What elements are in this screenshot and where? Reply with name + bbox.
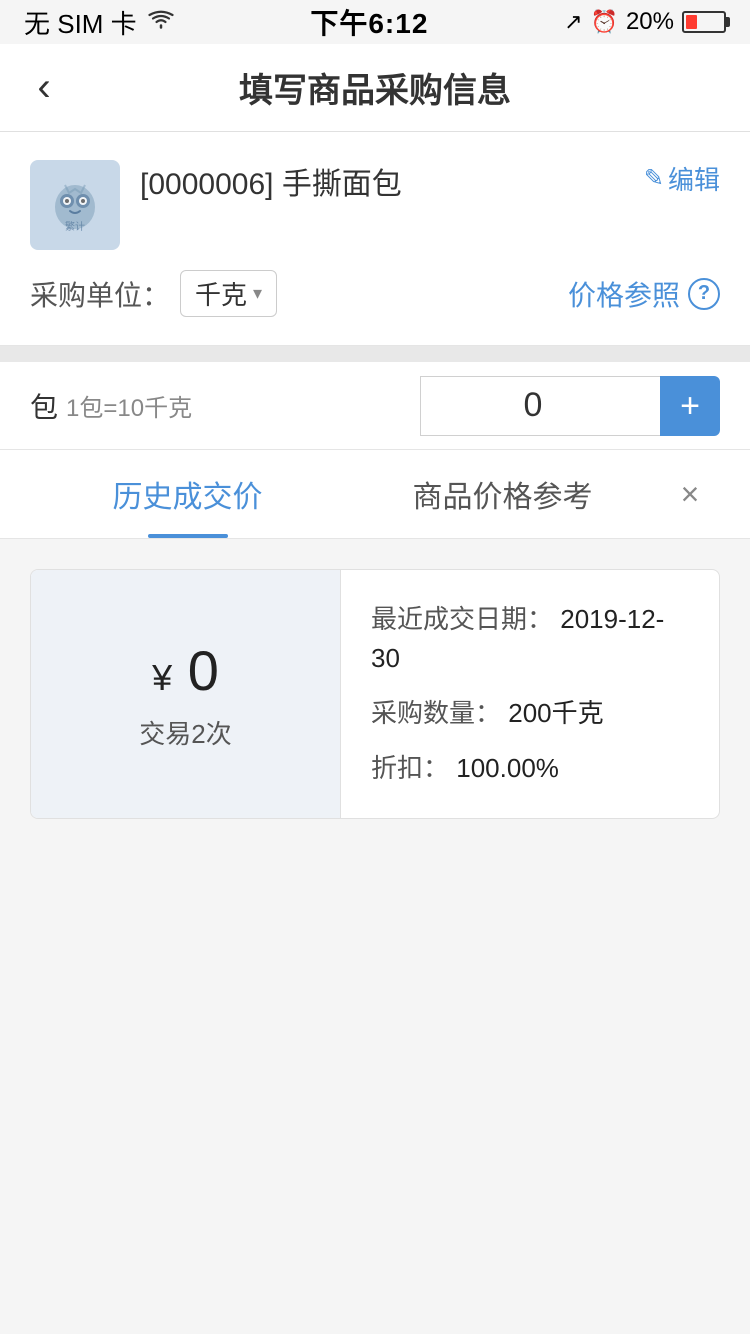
edit-button[interactable]: ✎ 编辑 (644, 160, 720, 197)
tab-row: 历史成交价 商品价格参考 × (0, 450, 750, 538)
price-ref-help-icon: ? (688, 278, 720, 310)
recent-date-label: 最近成交日期： (371, 604, 553, 634)
product-unit-row: 采购单位： 千克 ▾ 价格参照 ? (30, 270, 720, 317)
history-price-left: ¥ 0 交易2次 (31, 570, 341, 818)
purchase-qty-label: 采购数量： (371, 698, 501, 728)
tab-section: 历史成交价 商品价格参考 × (0, 450, 750, 539)
tab-product-price-ref-label: 商品价格参考 (413, 472, 593, 516)
content-area: ¥ 0 交易2次 最近成交日期： 2019-12-30 采购数量： 200千克 … (0, 539, 750, 939)
product-name-container: [0000006] 手撕面包 (140, 160, 402, 206)
unit-value: 千克 (195, 275, 247, 312)
quantity-unit-info: 1包=10千克 (66, 388, 192, 423)
plus-icon: + (680, 389, 700, 423)
quantity-row: 包 1包=10千克 + (0, 362, 750, 450)
quantity-plus-button[interactable]: + (660, 376, 720, 436)
wifi-icon (147, 7, 175, 38)
unit-dropdown-icon: ▾ (253, 283, 262, 304)
quantity-label: 包 1包=10千克 (30, 386, 192, 426)
product-card: 繁计 [0000006] 手撕面包 ✎ 编辑 采购单位： 千克 ▾ 价格参照 (0, 132, 750, 346)
back-button[interactable]: ‹ (0, 44, 88, 132)
alarm-icon: ⏰ (591, 9, 618, 35)
svg-text:繁计: 繁计 (65, 220, 85, 233)
product-title: 手撕面包 (282, 168, 402, 201)
product-logo-icon: 繁计 (45, 175, 105, 235)
discount-value: 100.00% (456, 753, 559, 783)
unit-label: 采购单位： 千克 ▾ (30, 270, 277, 317)
product-header: 繁计 [0000006] 手撕面包 ✎ 编辑 (30, 160, 720, 250)
recent-date-row: 最近成交日期： 2019-12-30 (371, 600, 689, 678)
page-title: 填写商品采购信息 (239, 63, 511, 112)
product-info: 繁计 [0000006] 手撕面包 (30, 160, 402, 250)
discount-row: 折扣： 100.00% (371, 749, 689, 788)
yen-symbol: ¥ (152, 657, 172, 698)
unit-selector[interactable]: 千克 ▾ (180, 270, 277, 317)
nav-bar: ‹ 填写商品采购信息 (0, 44, 750, 132)
status-carrier: 无 SIM 卡 (24, 4, 175, 41)
tab-active-indicator (148, 534, 228, 538)
history-trades-count: 交易2次 (139, 714, 231, 751)
discount-label: 折扣： (371, 753, 449, 783)
history-price-card: ¥ 0 交易2次 最近成交日期： 2019-12-30 采购数量： 200千克 … (30, 569, 720, 819)
tab-product-price-ref[interactable]: 商品价格参考 (345, 450, 660, 538)
quantity-input[interactable] (420, 376, 660, 436)
tab-history-price[interactable]: 历史成交价 (30, 450, 345, 538)
location-icon: ↗ (564, 9, 582, 35)
purchase-qty-value: 200千克 (508, 698, 603, 728)
edit-label: 编辑 (668, 160, 720, 197)
status-bar: 无 SIM 卡 下午6:12 ↗ ⏰ 20% (0, 0, 750, 44)
section-divider (0, 346, 750, 362)
tab-close-button[interactable]: × (660, 464, 720, 524)
product-image: 繁计 (30, 160, 120, 250)
quantity-unit-label: 包 (30, 386, 58, 426)
status-indicators: ↗ ⏰ 20% (564, 8, 726, 36)
history-price-right: 最近成交日期： 2019-12-30 采购数量： 200千克 折扣： 100.0… (341, 570, 719, 818)
purchase-qty-row: 采购数量： 200千克 (371, 694, 689, 733)
carrier-text: 无 SIM 卡 (24, 4, 137, 41)
price-number: 0 (188, 639, 219, 702)
battery-pct: 20% (626, 8, 674, 36)
tab-history-price-label: 历史成交价 (113, 472, 263, 516)
status-time: 下午6:12 (310, 2, 428, 42)
unit-label-text: 采购单位： (30, 274, 170, 314)
close-icon: × (681, 476, 700, 513)
edit-icon: ✎ (644, 164, 664, 193)
product-name: [0000006] 手撕面包 (140, 164, 402, 206)
battery-icon (682, 11, 726, 33)
back-arrow-icon: ‹ (37, 65, 50, 110)
price-ref-label: 价格参照 (568, 274, 680, 314)
product-id: [0000006] (140, 168, 273, 201)
history-price-value: ¥ 0 (152, 637, 219, 704)
price-reference-button[interactable]: 价格参照 ? (568, 274, 720, 314)
quantity-controls: + (420, 376, 720, 436)
